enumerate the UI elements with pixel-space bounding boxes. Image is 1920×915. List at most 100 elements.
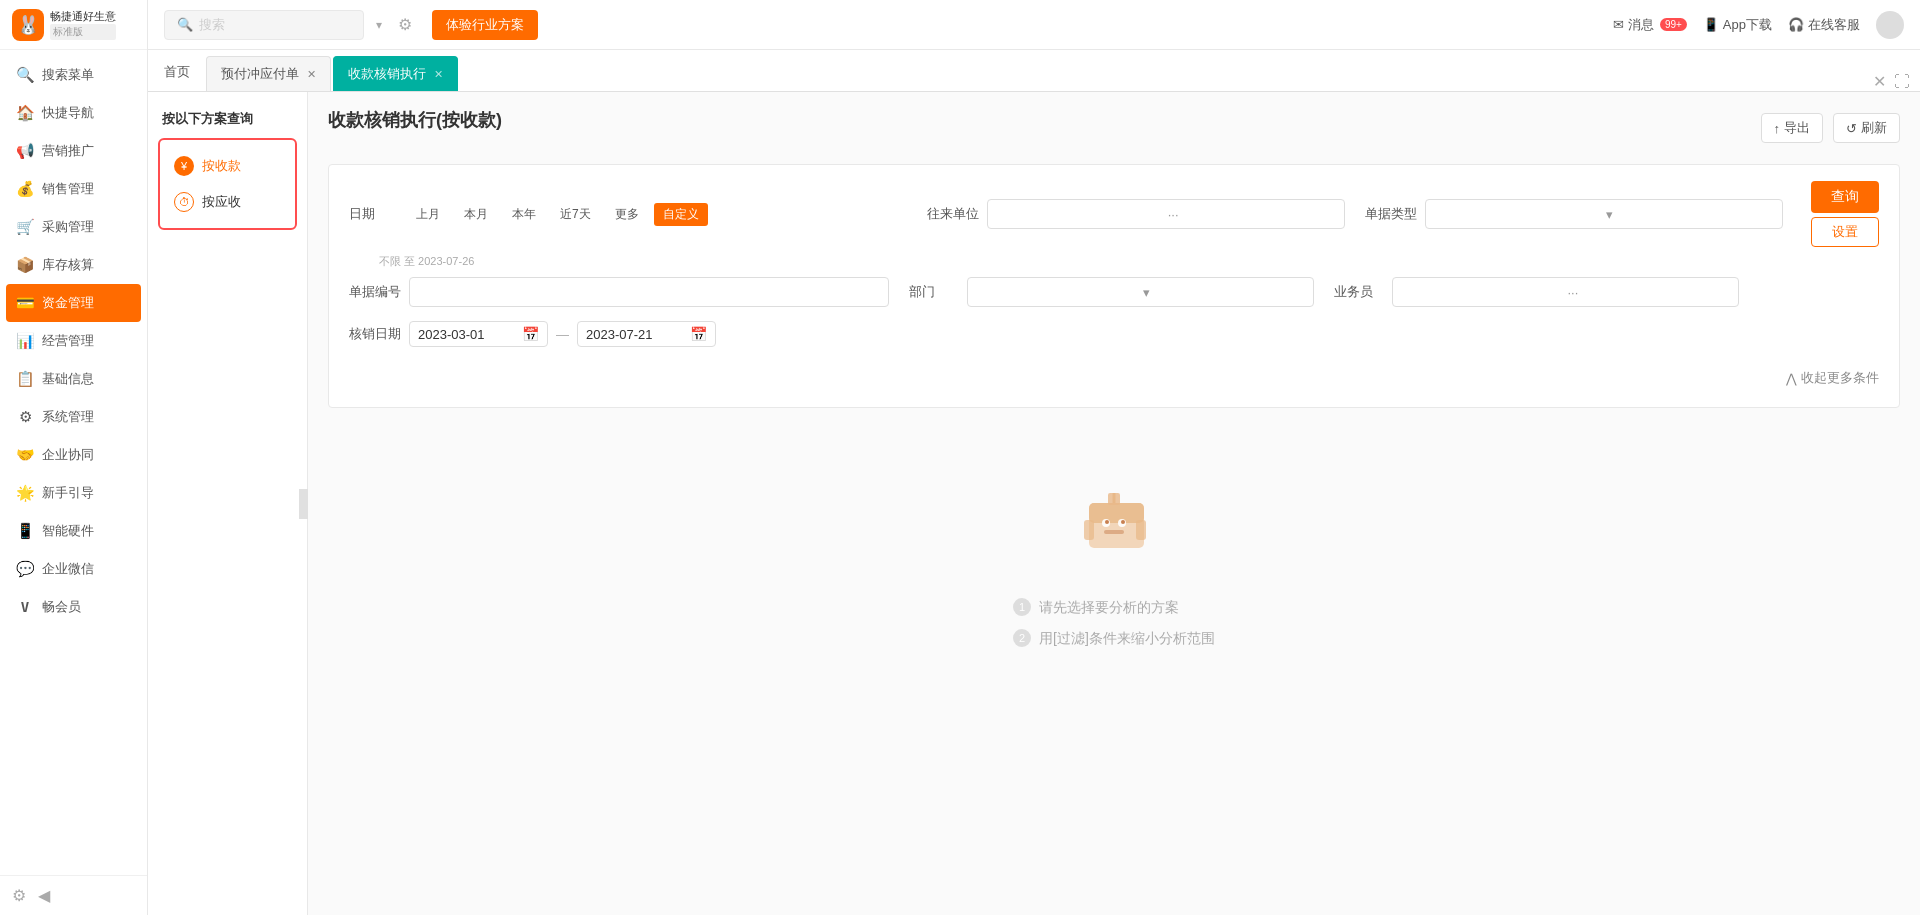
sidebar-item-vip-member[interactable]: V 畅会员 xyxy=(0,588,147,626)
main-area: 🔍 搜索 ▾ ⚙ 体验行业方案 ✉ 消息 99+ 📱 App下载 🎧 在线客服 xyxy=(148,0,1920,915)
sidebar-item-inventory[interactable]: 📦 库存核算 xyxy=(0,246,147,284)
query-button[interactable]: 查询 xyxy=(1811,181,1879,213)
tab-close-all-icon[interactable]: ✕ xyxy=(1873,72,1886,91)
sidebar-item-system-mgmt[interactable]: ⚙ 系统管理 xyxy=(0,398,147,436)
setting-button[interactable]: 设置 xyxy=(1811,217,1879,247)
smart-hardware-icon: 📱 xyxy=(16,522,34,540)
enterprise-collab-icon: 🤝 xyxy=(16,446,34,464)
doc-type-label: 单据类型 xyxy=(1365,205,1417,223)
dept-select[interactable]: ▾ xyxy=(967,277,1314,307)
topbar-gear-icon[interactable]: ⚙ xyxy=(398,15,412,34)
sidebar-bottom: ⚙ ◀ xyxy=(0,875,147,915)
last-7days-btn[interactable]: 近7天 xyxy=(551,203,600,226)
system-mgmt-icon: ⚙ xyxy=(16,408,34,426)
tab-close-prepay[interactable]: ✕ xyxy=(307,68,316,81)
tab-home[interactable]: 首页 xyxy=(148,55,206,91)
form-row-2: 单据编号 部门 ▾ 业务员 ··· xyxy=(349,277,1879,307)
this-month-btn[interactable]: 本月 xyxy=(455,203,497,226)
doc-type-field: 单据类型 ▾ xyxy=(1365,199,1783,229)
collapse-sidebar-icon[interactable]: ◀ xyxy=(38,886,50,905)
sidebar-item-quick-nav[interactable]: 🏠 快捷导航 xyxy=(0,94,147,132)
quick-dates: 上月 本月 本年 近7天 更多 自定义 xyxy=(407,203,708,226)
sales-icon: 💰 xyxy=(16,180,34,198)
verify-date-start-input[interactable] xyxy=(418,327,518,342)
tab-close-receipt-verify[interactable]: ✕ xyxy=(434,68,443,81)
refresh-button[interactable]: ↺ 刷新 xyxy=(1833,113,1900,143)
tab-actions: ✕ ⛶ xyxy=(1863,72,1920,91)
verify-date-end-wrap[interactable]: 📅 xyxy=(577,321,716,347)
inventory-icon: 📦 xyxy=(16,256,34,274)
refresh-icon: ↺ xyxy=(1846,121,1857,136)
verify-date-range: 📅 — 📅 xyxy=(409,321,876,347)
app-download-button[interactable]: 📱 App下载 xyxy=(1703,16,1772,34)
svg-rect-8 xyxy=(1104,530,1124,534)
sidebar-item-enterprise-wechat[interactable]: 💬 企业微信 xyxy=(0,550,147,588)
search-box[interactable]: 🔍 搜索 xyxy=(164,10,364,40)
sidebar-item-finance[interactable]: 💳 资金管理 xyxy=(6,284,141,322)
counterpart-field: 往来单位 ··· xyxy=(927,199,1345,229)
counterpart-select[interactable]: ··· xyxy=(987,199,1345,229)
headset-icon: 🎧 xyxy=(1788,17,1804,32)
online-service-button[interactable]: 🎧 在线客服 xyxy=(1788,16,1860,34)
sidebar-item-search-menu[interactable]: 🔍 搜索菜单 xyxy=(0,56,147,94)
doc-no-input[interactable] xyxy=(409,277,889,307)
business-mgmt-icon: 📊 xyxy=(16,332,34,350)
collapse-more-btn[interactable]: ⋀ 收起更多条件 xyxy=(349,361,1879,391)
staff-field: 业务员 ··· xyxy=(1334,277,1739,307)
more-btn[interactable]: 更多 xyxy=(606,203,648,226)
sidebar-item-purchase[interactable]: 🛒 采购管理 xyxy=(0,208,147,246)
verify-date-end-input[interactable] xyxy=(586,327,686,342)
page-title: 收款核销执行(按收款) xyxy=(328,108,502,132)
this-year-btn[interactable]: 本年 xyxy=(503,203,545,226)
last-month-btn[interactable]: 上月 xyxy=(407,203,449,226)
vip-member-icon: V xyxy=(16,598,34,616)
message-badge: 99+ xyxy=(1660,18,1687,31)
svg-rect-3 xyxy=(1136,520,1146,540)
app-logo-icon: 🐰 xyxy=(12,9,44,41)
doc-type-select[interactable]: ▾ xyxy=(1425,199,1783,229)
tab-prepay[interactable]: 预付冲应付单 ✕ xyxy=(206,56,331,91)
filter-panel-title: 按以下方案查询 xyxy=(148,104,307,138)
export-button[interactable]: ↑ 导出 xyxy=(1761,113,1824,143)
filter-receipt-icon: ¥ xyxy=(174,156,194,176)
user-avatar[interactable] xyxy=(1876,11,1904,39)
empty-illustration xyxy=(1064,468,1164,568)
message-button[interactable]: ✉ 消息 99+ xyxy=(1613,16,1687,34)
sidebar-item-enterprise-collab[interactable]: 🤝 企业协同 xyxy=(0,436,147,474)
date-label: 日期 xyxy=(349,205,399,223)
tab-expand-icon[interactable]: ⛶ xyxy=(1894,73,1910,91)
sidebar-item-marketing[interactable]: 📢 营销推广 xyxy=(0,132,147,170)
sidebar-item-business-mgmt[interactable]: 📊 经营管理 xyxy=(0,322,147,360)
sidebar-item-sales[interactable]: 💰 销售管理 xyxy=(0,170,147,208)
tab-receipt-verify[interactable]: 收款核销执行 ✕ xyxy=(333,56,458,91)
dept-label: 部门 xyxy=(909,283,959,301)
staff-select[interactable]: ··· xyxy=(1392,277,1739,307)
app-version: 标准版 xyxy=(50,24,116,40)
staff-dots[interactable]: ··· xyxy=(1564,283,1729,302)
search-icon: 🔍 xyxy=(177,17,193,32)
verify-start-calendar-icon[interactable]: 📅 xyxy=(522,326,539,342)
custom-btn[interactable]: 自定义 xyxy=(654,203,708,226)
empty-state: 1 请先选择要分析的方案 2 用[过滤]条件来缩小分析范围 xyxy=(328,408,1900,694)
sidebar-item-basic-info[interactable]: 📋 基础信息 xyxy=(0,360,147,398)
settings-icon[interactable]: ⚙ xyxy=(12,886,26,905)
form-row-3: 核销日期 📅 — 📅 xyxy=(349,321,1879,347)
filter-by-receivable[interactable]: ⏱ 按应收 xyxy=(160,184,295,220)
sidebar-item-new-guide[interactable]: 🌟 新手引导 xyxy=(0,474,147,512)
verify-date-start-wrap[interactable]: 📅 xyxy=(409,321,548,347)
sidebar-nav: 🔍 搜索菜单 🏠 快捷导航 📢 营销推广 💰 销售管理 🛒 采购管理 📦 库存核… xyxy=(0,50,147,875)
solution-button[interactable]: 体验行业方案 xyxy=(432,10,538,40)
phone-icon: 📱 xyxy=(1703,17,1719,32)
topbar: 🔍 搜索 ▾ ⚙ 体验行业方案 ✉ 消息 99+ 📱 App下载 🎧 在线客服 xyxy=(148,0,1920,50)
counterpart-dots[interactable]: ··· xyxy=(1164,205,1334,224)
svg-rect-2 xyxy=(1084,520,1094,540)
verify-end-calendar-icon[interactable]: 📅 xyxy=(690,326,707,342)
search-form: 日期 上月 本月 本年 近7天 更多 自定义 往来单位 xyxy=(328,164,1900,408)
filter-panel-border: ¥ 按收款 ⏱ 按应收 xyxy=(158,138,297,230)
sidebar-item-smart-hardware[interactable]: 📱 智能硬件 xyxy=(0,512,147,550)
export-icon: ↑ xyxy=(1774,121,1781,136)
tabbar: 首页 预付冲应付单 ✕ 收款核销执行 ✕ ✕ ⛶ xyxy=(148,50,1920,92)
topbar-dropdown-icon[interactable]: ▾ xyxy=(376,18,382,32)
filter-by-receipt[interactable]: ¥ 按收款 xyxy=(160,148,295,184)
topbar-right: ✉ 消息 99+ 📱 App下载 🎧 在线客服 xyxy=(1613,11,1904,39)
